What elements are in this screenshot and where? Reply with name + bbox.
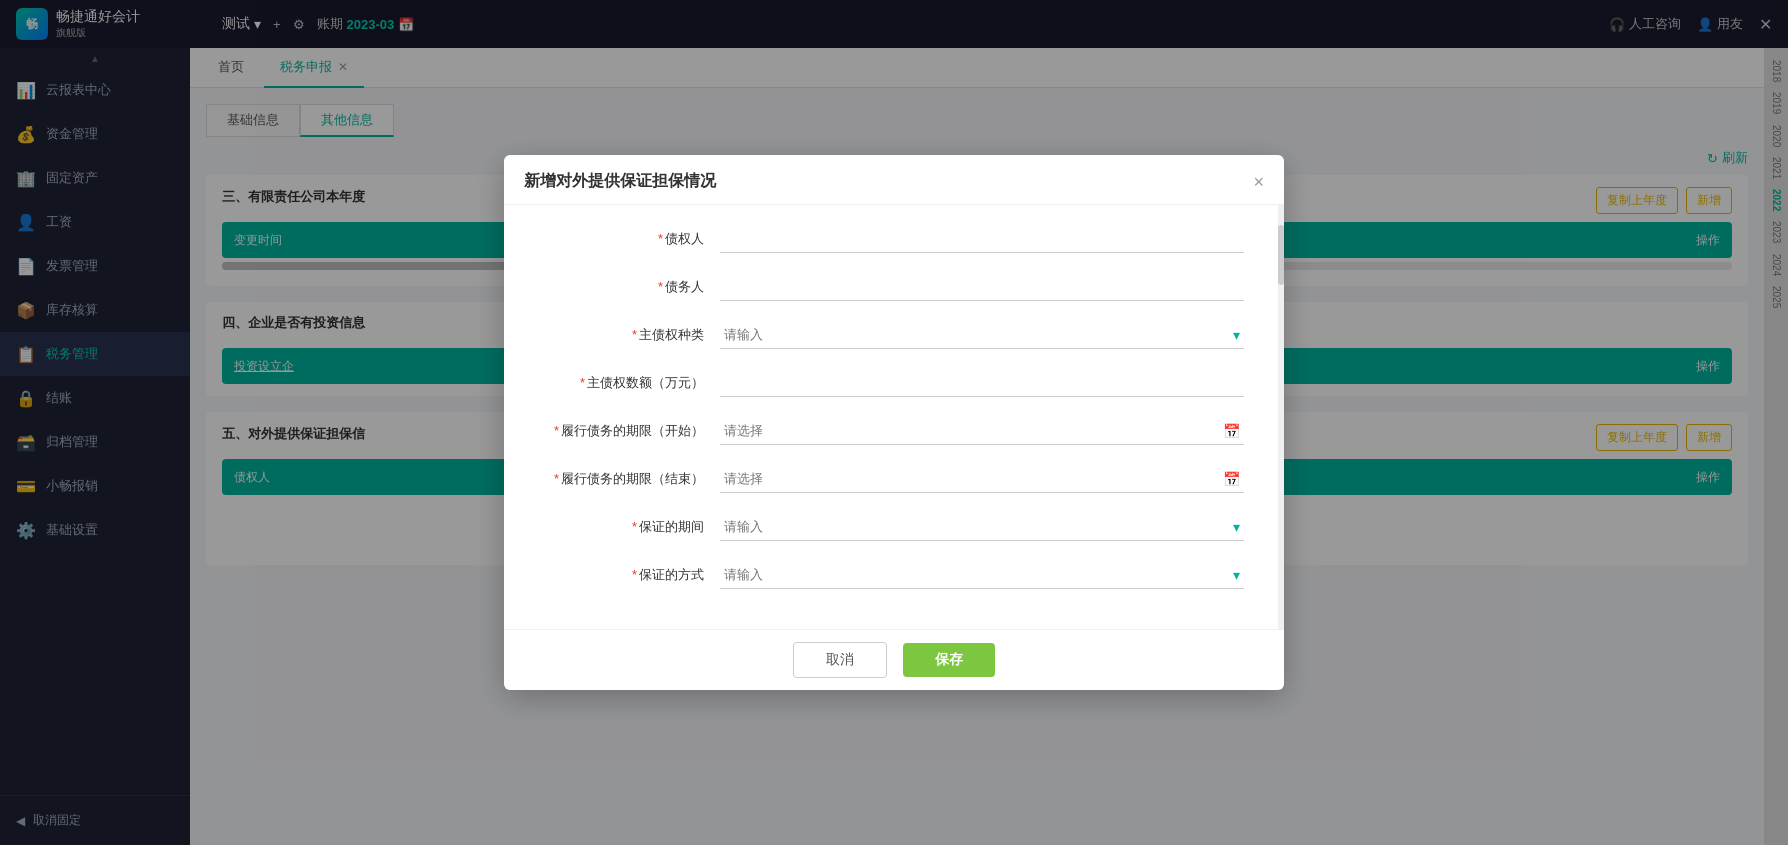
dialog-scrollbar-track [1278, 205, 1284, 629]
creditor-input[interactable] [720, 225, 1244, 253]
period-start-input[interactable] [720, 417, 1219, 444]
debtor-input[interactable] [720, 273, 1244, 301]
modal-overlay: 新增对外提供保证担保情况 × *债权人 *债务人 [0, 0, 1788, 845]
dialog-header: 新增对外提供保证担保情况 × [504, 155, 1284, 205]
form-row-claim-amount: *主债权数额（万元） [544, 369, 1244, 397]
claim-amount-label: *主债权数额（万元） [544, 374, 704, 392]
form-row-creditor: *债权人 [544, 225, 1244, 253]
guarantee-period-input[interactable] [720, 513, 1229, 540]
claim-type-select-wrapper: ▾ [720, 321, 1244, 349]
guarantee-period-select-wrapper: ▾ [720, 513, 1244, 541]
form-row-guarantee-period: *保证的期间 ▾ [544, 513, 1244, 541]
claim-amount-input[interactable] [720, 369, 1244, 397]
creditor-label: *债权人 [544, 230, 704, 248]
period-end-input[interactable] [720, 465, 1219, 492]
period-end-date-wrapper: 📅 [720, 465, 1244, 493]
period-end-label: *履行债务的期限（结束） [544, 470, 704, 488]
form-row-period-start: *履行债务的期限（开始） 📅 [544, 417, 1244, 445]
dialog-footer: 取消 保存 [504, 629, 1284, 690]
form-row-claim-type: *主债权种类 ▾ [544, 321, 1244, 349]
save-button[interactable]: 保存 [903, 643, 995, 677]
period-start-label: *履行债务的期限（开始） [544, 422, 704, 440]
dialog-title: 新增对外提供保证担保情况 [524, 171, 716, 192]
claim-type-chevron-icon[interactable]: ▾ [1229, 327, 1244, 343]
guarantee-method-chevron-icon[interactable]: ▾ [1229, 567, 1244, 583]
guarantee-period-chevron-icon[interactable]: ▾ [1229, 519, 1244, 535]
debtor-label: *债务人 [544, 278, 704, 296]
form-row-debtor: *债务人 [544, 273, 1244, 301]
form-row-guarantee-method: *保证的方式 ▾ [544, 561, 1244, 589]
guarantee-period-label: *保证的期间 [544, 518, 704, 536]
calendar-start-icon[interactable]: 📅 [1219, 423, 1244, 439]
calendar-end-icon[interactable]: 📅 [1219, 471, 1244, 487]
claim-type-label: *主债权种类 [544, 326, 704, 344]
guarantee-method-select-wrapper: ▾ [720, 561, 1244, 589]
form-row-period-end: *履行债务的期限（结束） 📅 [544, 465, 1244, 493]
dialog-scrollbar-thumb [1278, 225, 1284, 285]
guarantee-method-label: *保证的方式 [544, 566, 704, 584]
period-start-date-wrapper: 📅 [720, 417, 1244, 445]
cancel-button[interactable]: 取消 [793, 642, 887, 678]
dialog-body: *债权人 *债务人 *主债权种类 ▾ [504, 205, 1284, 629]
guarantee-method-input[interactable] [720, 561, 1229, 588]
dialog-close-button[interactable]: × [1253, 173, 1264, 191]
claim-type-input[interactable] [720, 321, 1229, 348]
dialog: 新增对外提供保证担保情况 × *债权人 *债务人 [504, 155, 1284, 690]
